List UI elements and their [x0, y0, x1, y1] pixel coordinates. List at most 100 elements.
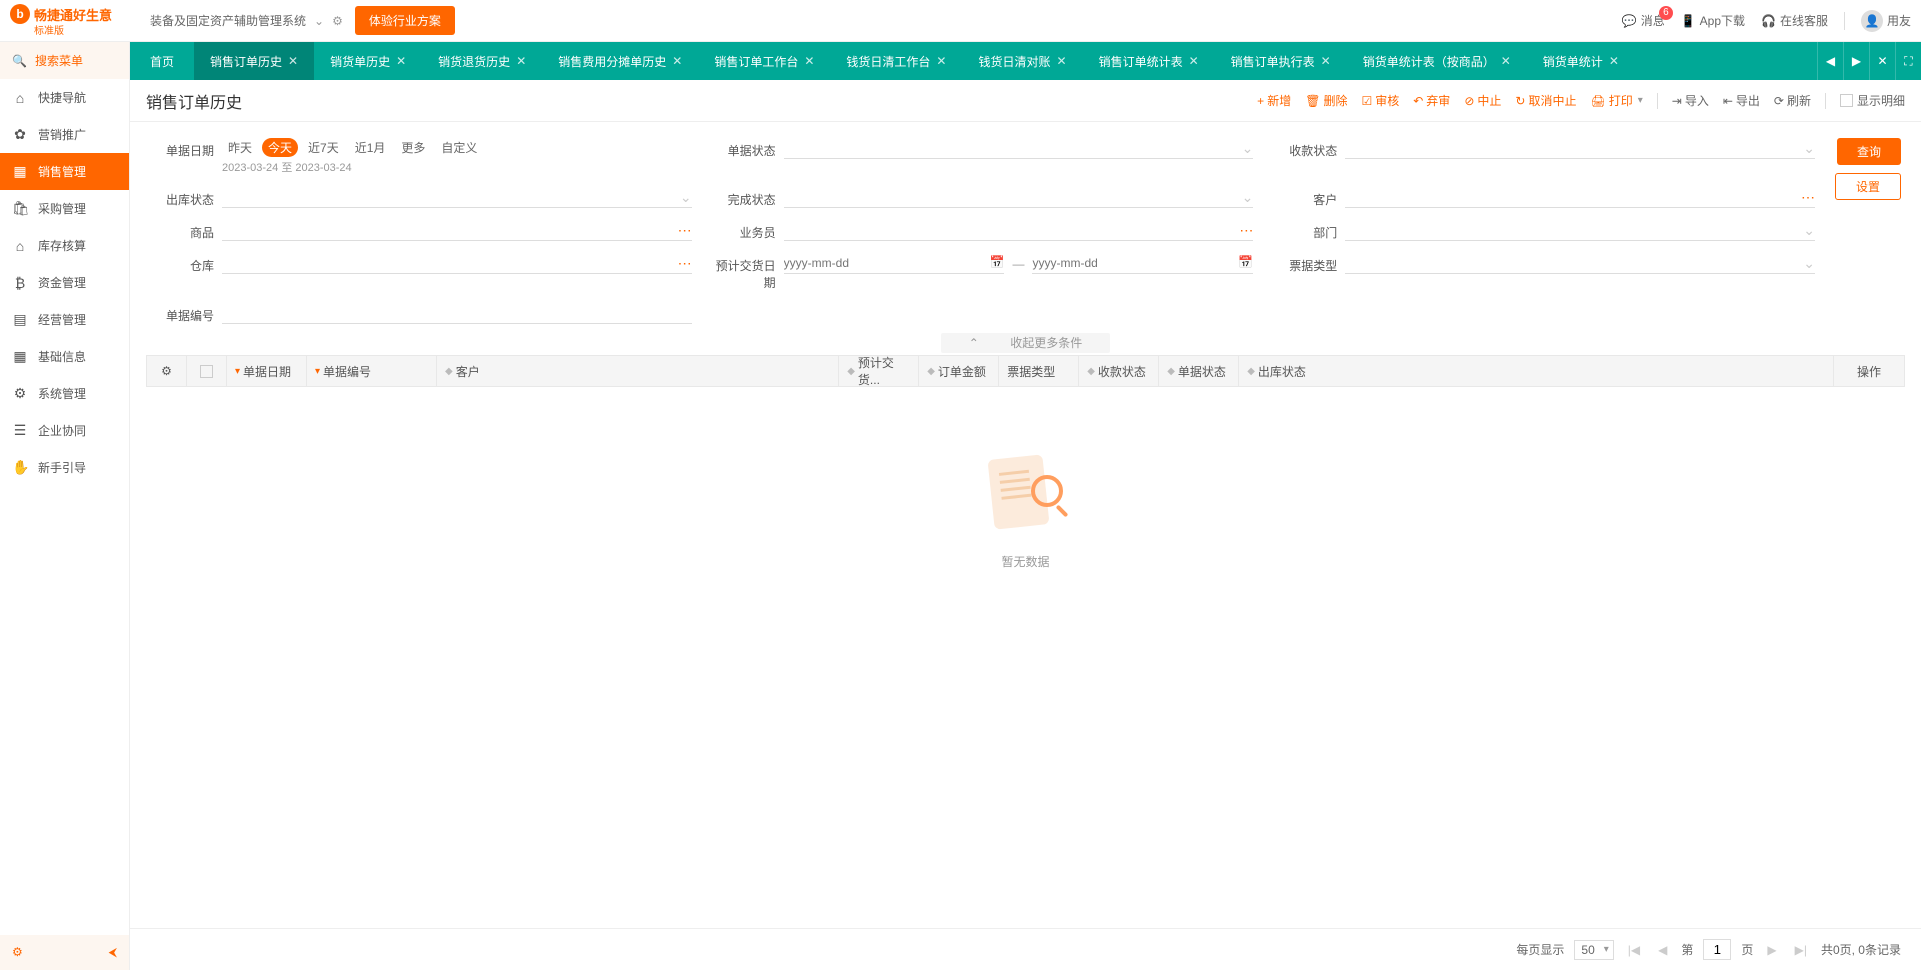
close-icon[interactable]: ✕: [936, 54, 946, 68]
app-download-link[interactable]: 📱 App下载: [1681, 12, 1745, 29]
date-tag[interactable]: 自定义: [435, 138, 483, 157]
sidebar-item[interactable]: ✿营销推广: [0, 116, 129, 153]
col-docno[interactable]: ▾单据编号: [307, 356, 437, 386]
tab[interactable]: 首页: [130, 42, 194, 80]
chevron-down-icon[interactable]: ⌄: [1242, 189, 1254, 206]
close-icon[interactable]: ✕: [1057, 54, 1067, 68]
sidebar-item[interactable]: ⌂快捷导航: [0, 79, 129, 116]
sidebar-search[interactable]: 🔍 搜索菜单: [0, 42, 129, 79]
abandon-button[interactable]: ↶弃审: [1413, 92, 1450, 109]
tab[interactable]: 销售费用分摊单历史✕: [542, 42, 698, 80]
first-page[interactable]: |◀: [1624, 943, 1644, 957]
user-menu[interactable]: 👤 用友: [1861, 10, 1911, 32]
out-status-select[interactable]: [222, 187, 692, 208]
close-icon[interactable]: ✕: [288, 54, 298, 68]
ellipsis-icon[interactable]: ⋯: [1801, 189, 1815, 206]
tab[interactable]: 销货单历史✕: [314, 42, 422, 80]
salesman-picker[interactable]: [784, 220, 1254, 241]
col-docstatus[interactable]: ◆单据状态: [1159, 356, 1239, 386]
add-button[interactable]: +新增: [1257, 92, 1291, 109]
calendar-icon[interactable]: 📅: [990, 255, 1005, 269]
close-icon[interactable]: ✕: [1321, 54, 1331, 68]
prev-page[interactable]: ◀: [1654, 943, 1671, 957]
close-icon[interactable]: ✕: [1501, 54, 1511, 68]
pay-status-select[interactable]: [1345, 138, 1815, 159]
chevron-down-icon[interactable]: ⌄: [1803, 255, 1815, 272]
settings-icon[interactable]: ⚙: [12, 945, 23, 960]
customer-picker[interactable]: [1345, 187, 1815, 208]
page-input[interactable]: [1703, 939, 1731, 960]
setting-button[interactable]: 设置: [1835, 173, 1901, 200]
tab-scroll-right[interactable]: ▶: [1843, 42, 1869, 80]
tab-fullscreen[interactable]: ⛶: [1895, 42, 1921, 80]
date-tag[interactable]: 近7天: [302, 138, 345, 157]
date-tag[interactable]: 近1月: [349, 138, 392, 157]
experience-button[interactable]: 体验行业方案: [355, 6, 455, 35]
sidebar-item[interactable]: ▤经营管理: [0, 301, 129, 338]
messages-link[interactable]: 💬 消息 6: [1622, 12, 1665, 29]
calendar-icon[interactable]: 📅: [1238, 255, 1253, 269]
close-icon[interactable]: ✕: [516, 54, 526, 68]
system-selector[interactable]: 装备及固定资产辅助管理系统 ⌄: [150, 12, 332, 29]
close-icon[interactable]: ✕: [804, 54, 814, 68]
close-icon[interactable]: ✕: [1189, 54, 1199, 68]
deliver-date-to[interactable]: [1032, 253, 1253, 274]
col-outstatus[interactable]: ◆出库状态: [1239, 356, 1834, 386]
table-checkall-col[interactable]: [187, 356, 227, 386]
tab-scroll-left[interactable]: ◀: [1817, 42, 1843, 80]
date-tag[interactable]: 更多: [395, 138, 431, 157]
export-button[interactable]: ⇤导出: [1723, 92, 1760, 109]
ellipsis-icon[interactable]: ⋯: [678, 255, 692, 272]
ellipsis-icon[interactable]: ⋯: [1239, 222, 1253, 239]
close-icon[interactable]: ✕: [672, 54, 682, 68]
sidebar-item[interactable]: ▦销售管理: [0, 153, 129, 190]
chevron-down-icon[interactable]: ⌄: [1803, 140, 1815, 157]
tab[interactable]: 销售订单执行表✕: [1215, 42, 1347, 80]
tab[interactable]: 销售订单历史✕: [194, 42, 314, 80]
close-icon[interactable]: ✕: [1609, 54, 1619, 68]
print-button[interactable]: 🖨打印▾: [1590, 92, 1642, 109]
chevron-down-icon[interactable]: ⌄: [680, 189, 692, 206]
done-status-select[interactable]: [784, 187, 1254, 208]
sidebar-item[interactable]: ⚙系统管理: [0, 375, 129, 412]
date-tag[interactable]: 今天: [262, 138, 298, 157]
service-link[interactable]: 🎧 在线客服: [1761, 12, 1828, 29]
delete-button[interactable]: 🗑删除: [1305, 92, 1347, 109]
col-paystatus[interactable]: ◆收款状态: [1079, 356, 1159, 386]
tab[interactable]: 钱货日清对账✕: [962, 42, 1082, 80]
gear-icon[interactable]: ⚙: [332, 14, 343, 28]
col-customer[interactable]: ◆客户: [437, 356, 839, 386]
tab[interactable]: 销货单统计✕: [1527, 42, 1635, 80]
close-icon[interactable]: ✕: [396, 54, 406, 68]
unstop-button[interactable]: ↻取消中止: [1515, 92, 1576, 109]
col-invoice[interactable]: 票据类型: [999, 356, 1079, 386]
goods-picker[interactable]: [222, 220, 692, 241]
tab[interactable]: 销售订单工作台✕: [698, 42, 830, 80]
doc-no-input[interactable]: [222, 303, 692, 324]
ellipsis-icon[interactable]: ⋯: [678, 222, 692, 239]
chevron-down-icon[interactable]: ⌄: [1803, 222, 1815, 239]
col-amount[interactable]: ◆订单金额: [919, 356, 999, 386]
sidebar-item[interactable]: 🛍采购管理: [0, 190, 129, 227]
query-button[interactable]: 查询: [1837, 138, 1901, 165]
audit-button[interactable]: ☑审核: [1361, 92, 1399, 109]
invoice-type-select[interactable]: [1345, 253, 1815, 274]
doc-status-select[interactable]: [784, 138, 1254, 159]
col-date[interactable]: ▾单据日期: [227, 356, 307, 386]
tab-close-all[interactable]: ✕: [1869, 42, 1895, 80]
warehouse-picker[interactable]: [222, 253, 692, 274]
refresh-button[interactable]: ⟳刷新: [1774, 92, 1811, 109]
col-deliver[interactable]: ◆预计交货...: [839, 356, 919, 386]
sidebar-item[interactable]: ▦基础信息: [0, 338, 129, 375]
table-settings-col[interactable]: ⚙: [147, 356, 187, 386]
deliver-date-from[interactable]: [784, 253, 1005, 274]
collapse-filters[interactable]: ⌃ 收起更多条件: [130, 330, 1921, 355]
tab[interactable]: 销货单统计表（按商品）✕: [1347, 42, 1527, 80]
last-page[interactable]: ▶|: [1791, 943, 1811, 957]
tab[interactable]: 钱货日清工作台✕: [830, 42, 962, 80]
chevron-down-icon[interactable]: ⌄: [1242, 140, 1254, 157]
tab[interactable]: 销货退货历史✕: [422, 42, 542, 80]
page-size-select[interactable]: 50▾: [1574, 940, 1613, 960]
stop-button[interactable]: ⊘中止: [1464, 92, 1501, 109]
show-detail-checkbox[interactable]: 显示明细: [1840, 92, 1905, 109]
